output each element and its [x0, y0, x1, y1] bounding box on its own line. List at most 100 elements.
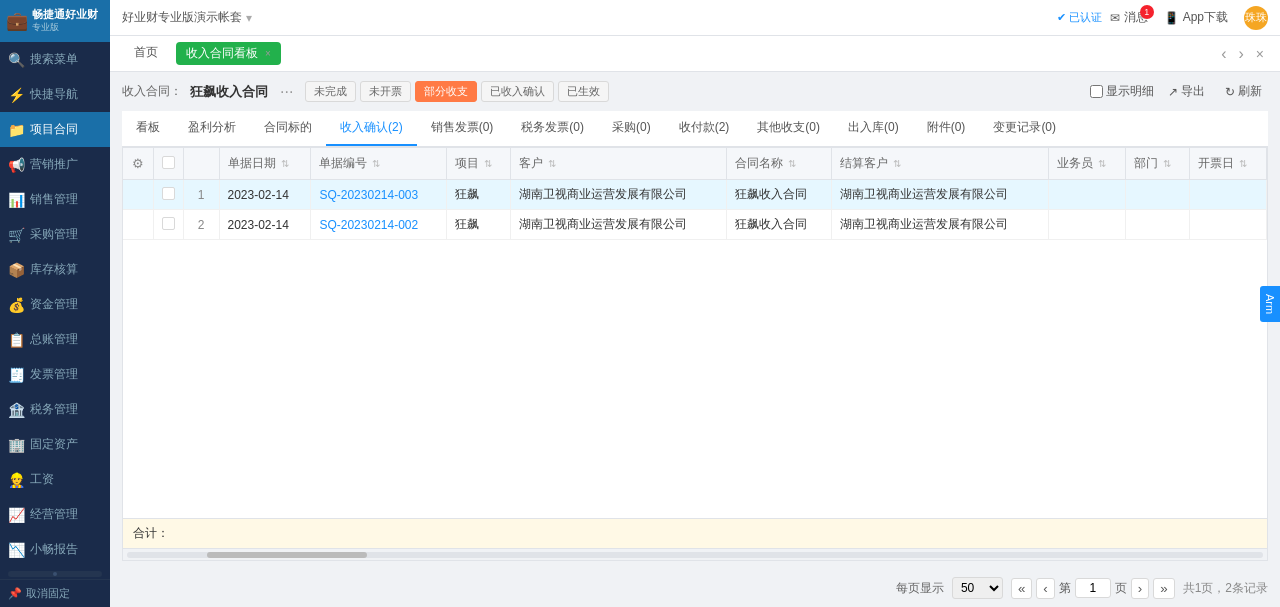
tab-close-button[interactable]: ×: [265, 48, 271, 59]
sidebar-item-发票管理[interactable]: 🧾发票管理: [0, 357, 110, 392]
th-salesperson[interactable]: 业务员⇅: [1048, 148, 1125, 180]
th-date[interactable]: 单据日期⇅: [219, 148, 311, 180]
app-download-button[interactable]: 📱 App下载: [1164, 9, 1228, 26]
row-checkbox[interactable]: [162, 217, 175, 230]
right-panel[interactable]: Arm: [1260, 285, 1280, 321]
first-page-button[interactable]: «: [1011, 578, 1032, 599]
th-project[interactable]: 项目⇅: [447, 148, 510, 180]
message-button[interactable]: ✉ 消息 1: [1110, 9, 1148, 26]
sidebar-item-总账管理[interactable]: 📋总账管理: [0, 322, 110, 357]
sub-tab-盈利分析[interactable]: 盈利分析: [174, 111, 250, 146]
row-code-link[interactable]: SQ-20230214-003: [319, 188, 418, 202]
scroll-track[interactable]: [127, 552, 1263, 558]
sub-tab-附件(0)[interactable]: 附件(0): [913, 111, 980, 146]
company-selector[interactable]: 好业财专业版演示帐套 ▾: [122, 9, 1049, 26]
last-page-button[interactable]: »: [1153, 578, 1174, 599]
table-row[interactable]: 2 2023-02-14 SQ-20230214-002 狂飙 湖南卫视商业运营…: [123, 210, 1267, 240]
export-button[interactable]: ↗ 导出: [1162, 80, 1211, 103]
row-num: 2: [183, 210, 219, 240]
show-detail-checkbox-label[interactable]: 显示明细: [1090, 83, 1154, 100]
sub-tab-其他收支(0)[interactable]: 其他收支(0): [743, 111, 834, 146]
sub-tab-采购(0)[interactable]: 采购(0): [598, 111, 665, 146]
contract-more-button[interactable]: ···: [276, 83, 297, 101]
certified-badge: ✔ 已认证: [1057, 10, 1102, 25]
th-check[interactable]: [153, 148, 183, 180]
sub-tab-合同标的[interactable]: 合同标的: [250, 111, 326, 146]
sidebar-item-经营管理[interactable]: 📈经营管理: [0, 497, 110, 532]
status-btn-未完成[interactable]: 未完成: [305, 81, 356, 102]
sub-tab-收入确认(2)[interactable]: 收入确认(2): [326, 111, 417, 146]
sidebar-icon: 📁: [8, 122, 24, 138]
th-setting[interactable]: ⚙: [123, 148, 153, 180]
page-input[interactable]: [1075, 578, 1111, 598]
sidebar-item-营销推广[interactable]: 📢营销推广: [0, 147, 110, 182]
row-setting: [123, 180, 153, 210]
sidebar-item-工资[interactable]: 👷工资: [0, 462, 110, 497]
status-btn-部分收支[interactable]: 部分收支: [415, 81, 477, 102]
sub-tab-税务发票(0)[interactable]: 税务发票(0): [507, 111, 598, 146]
sidebar-item-项目合同[interactable]: 📁项目合同: [0, 112, 110, 147]
sort-date-icon: ⇅: [281, 158, 289, 169]
row-code[interactable]: SQ-20230214-002: [311, 210, 447, 240]
total-label: 合计：: [133, 525, 169, 542]
sub-tab-看板[interactable]: 看板: [122, 111, 174, 146]
select-all-checkbox[interactable]: [162, 156, 175, 169]
table-row[interactable]: 1 2023-02-14 SQ-20230214-003 狂飙 湖南卫视商业运营…: [123, 180, 1267, 210]
sidebar-item-快捷导航[interactable]: ⚡快捷导航: [0, 77, 110, 112]
row-customer: 湖南卫视商业运营发展有限公司: [510, 180, 727, 210]
per-page-select[interactable]: 50 100 200: [952, 577, 1003, 599]
th-open-date[interactable]: 开票日⇅: [1189, 148, 1266, 180]
sidebar-icon: 💰: [8, 297, 24, 313]
avatar[interactable]: 珠珠: [1244, 6, 1268, 30]
tab-home[interactable]: 首页: [122, 36, 170, 72]
sidebar-item-销售管理[interactable]: 📊销售管理: [0, 182, 110, 217]
sidebar-item-搜索菜单[interactable]: 🔍搜索菜单: [0, 42, 110, 77]
sort-code-icon: ⇅: [372, 158, 380, 169]
sort-dept-icon: ⇅: [1163, 158, 1171, 169]
horizontal-scrollbar[interactable]: [122, 549, 1268, 561]
th-settlement-customer[interactable]: 结算客户⇅: [831, 148, 1048, 180]
sidebar-logo[interactable]: 💼 畅捷通好业财 专业版: [0, 0, 110, 42]
sidebar-item-资金管理[interactable]: 💰资金管理: [0, 287, 110, 322]
page-content: 收入合同： 狂飙收入合同 ··· 未完成未开票部分收支已收入确认已生效 显示明细…: [110, 72, 1280, 569]
tab-contract-board[interactable]: 收入合同看板 ×: [176, 42, 281, 65]
tab-close-all-button[interactable]: ×: [1252, 44, 1268, 64]
tab-next-button[interactable]: ›: [1234, 43, 1247, 65]
sub-tab-销售发票(0)[interactable]: 销售发票(0): [417, 111, 508, 146]
status-btn-未开票[interactable]: 未开票: [360, 81, 411, 102]
row-check[interactable]: [153, 180, 183, 210]
logo-text: 畅捷通好业财: [32, 8, 98, 21]
status-btn-已生效[interactable]: 已生效: [558, 81, 609, 102]
show-detail-checkbox[interactable]: [1090, 85, 1103, 98]
sidebar-item-label: 搜索菜单: [30, 51, 78, 68]
row-open-date: [1189, 180, 1266, 210]
scroll-thumb[interactable]: [207, 552, 367, 558]
next-page-button[interactable]: ›: [1131, 578, 1149, 599]
th-code[interactable]: 单据编号⇅: [311, 148, 447, 180]
th-customer[interactable]: 客户⇅: [510, 148, 727, 180]
row-code-link[interactable]: SQ-20230214-002: [319, 218, 418, 232]
sub-tab-收付款(2)[interactable]: 收付款(2): [665, 111, 744, 146]
sidebar-item-采购管理[interactable]: 🛒采购管理: [0, 217, 110, 252]
row-code[interactable]: SQ-20230214-003: [311, 180, 447, 210]
sub-tab-出入库(0)[interactable]: 出入库(0): [834, 111, 913, 146]
sidebar-unpin[interactable]: 📌 取消固定: [0, 579, 110, 607]
sidebar-item-固定资产[interactable]: 🏢固定资产: [0, 427, 110, 462]
refresh-button[interactable]: ↻ 刷新: [1219, 80, 1268, 103]
th-contract-name[interactable]: 合同名称⇅: [727, 148, 831, 180]
row-check[interactable]: [153, 210, 183, 240]
sidebar-item-税务管理[interactable]: 🏦税务管理: [0, 392, 110, 427]
settings-icon[interactable]: ⚙: [132, 156, 144, 171]
sidebar-item-基础信息[interactable]: ℹ️基础信息: [0, 567, 110, 569]
table-container[interactable]: ⚙ 单据日期⇅ 单据编号⇅ 项目⇅: [122, 147, 1268, 519]
sidebar-item-label: 税务管理: [30, 401, 78, 418]
tab-prev-button[interactable]: ‹: [1217, 43, 1230, 65]
data-table: ⚙ 单据日期⇅ 单据编号⇅ 项目⇅: [123, 148, 1267, 240]
sidebar-item-小畅报告[interactable]: 📉小畅报告: [0, 532, 110, 567]
prev-page-button[interactable]: ‹: [1036, 578, 1054, 599]
sub-tab-变更记录(0)[interactable]: 变更记录(0): [979, 111, 1070, 146]
sidebar-item-库存核算[interactable]: 📦库存核算: [0, 252, 110, 287]
th-department[interactable]: 部门⇅: [1126, 148, 1189, 180]
status-btn-已收入确认[interactable]: 已收入确认: [481, 81, 554, 102]
row-checkbox[interactable]: [162, 187, 175, 200]
